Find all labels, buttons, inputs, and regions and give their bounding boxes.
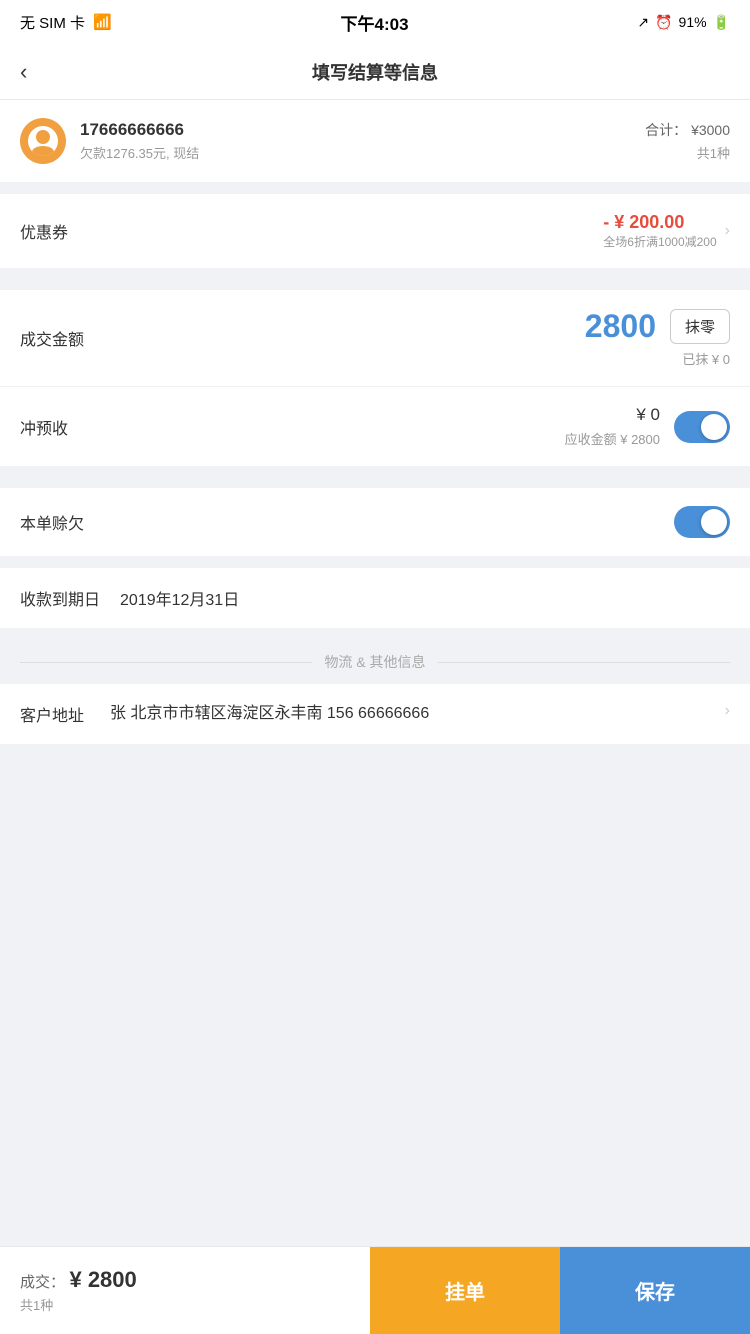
status-left: 无 SIM 卡 📶 [20, 12, 112, 33]
battery-icon: 🔋 [713, 14, 730, 31]
alarm-icon: ⏰ [655, 14, 672, 31]
toggle-thumb [701, 414, 727, 440]
customer-sub-text: 欠款1276.35元, 现结 [80, 143, 199, 162]
address-chevron-icon: › [725, 702, 730, 720]
deal-amount-label: 成交金额 [20, 326, 84, 350]
section-divider-1 [0, 280, 750, 290]
prepay-row: 冲预收 ¥ 0 应收金额 ¥ 2800 [0, 387, 750, 466]
status-right: ↗ ⏰ 91% 🔋 [637, 14, 730, 31]
coupon-row[interactable]: 优惠券 - ¥ 200.00 全场6折满1000减200 › [0, 194, 750, 268]
total-count: 共1种 [645, 143, 730, 162]
back-button[interactable]: ‹ [20, 59, 27, 85]
avatar [20, 118, 66, 164]
address-value: 张 北京市市辖区海淀区永丰南 156 66666666 [110, 702, 725, 726]
carrier-text: 无 SIM 卡 [20, 12, 85, 33]
bottom-count: 共1种 [20, 1295, 350, 1314]
customer-info: 17666666666 欠款1276.35元, 现结 [80, 120, 199, 162]
coupon-right: - ¥ 200.00 全场6折满1000减200 › [603, 212, 730, 250]
deal-amount-value: 2800 [585, 308, 656, 345]
bottom-space [0, 744, 750, 864]
location-icon: ↗ [637, 14, 649, 31]
bottom-total-label: 成交： [20, 1274, 65, 1291]
credit-toggle[interactable] [674, 506, 730, 538]
page-title: 填写结算等信息 [312, 59, 438, 85]
address-row[interactable]: 客户地址 张 北京市市辖区海淀区永丰南 156 66666666 › [0, 684, 750, 744]
avatar-inner [28, 126, 58, 156]
prepay-amount-area: ¥ 0 应收金额 ¥ 2800 [565, 405, 660, 448]
total-value: ¥3000 [691, 122, 730, 138]
avatar-head [36, 130, 50, 144]
deal-amount-value-area: 2800 抹零 [585, 308, 730, 345]
credit-toggle-thumb [701, 509, 727, 535]
prepay-sub: 应收金额 ¥ 2800 [565, 429, 660, 448]
credit-section: 本单赊欠 [0, 488, 750, 556]
bottom-total-row: 成交： ¥ 2800 [20, 1267, 350, 1293]
coupon-discount: - ¥ 200.00 [603, 212, 716, 233]
credit-label: 本单赊欠 [20, 510, 84, 534]
section-divider-2 [0, 478, 750, 488]
divider-line-right [438, 662, 730, 663]
logistics-text: 物流 & 其他信息 [324, 652, 425, 672]
prepay-right: ¥ 0 应收金额 ¥ 2800 [565, 405, 730, 448]
logistics-divider: 物流 & 其他信息 [0, 640, 750, 684]
address-label: 客户地址 [20, 702, 100, 726]
customer-card: 17666666666 欠款1276.35元, 现结 合计： ¥3000 共1种 [0, 100, 750, 182]
chevron-right-icon: › [725, 222, 730, 240]
prepay-amount: ¥ 0 [565, 405, 660, 425]
bottom-summary: 成交： ¥ 2800 共1种 [0, 1267, 370, 1314]
coupon-desc: 全场6折满1000减200 [603, 233, 716, 250]
customer-total: 合计： ¥3000 共1种 [645, 120, 730, 162]
deal-amount-section: 成交金额 2800 抹零 已抹 ¥ 0 冲预收 ¥ 0 应收金额 ¥ 2800 [0, 290, 750, 466]
deal-amount-row: 成交金额 2800 抹零 已抹 ¥ 0 [0, 290, 750, 387]
coupon-label: 优惠券 [20, 219, 68, 243]
status-time: 下午4:03 [341, 10, 409, 35]
due-date-row: 收款到期日 2019年12月31日 [0, 568, 750, 628]
wifi-icon: 📶 [93, 13, 112, 31]
avatar-body [32, 146, 54, 156]
divider-line-left [20, 662, 312, 663]
customer-left: 17666666666 欠款1276.35元, 现结 [20, 118, 199, 164]
save-button[interactable]: 保存 [560, 1247, 750, 1334]
prepay-label: 冲预收 [20, 415, 68, 439]
bottom-total-value: ¥ 2800 [69, 1267, 136, 1292]
battery-text: 91% [679, 14, 707, 30]
total-label: 合计： ¥3000 [645, 120, 730, 140]
prepay-toggle[interactable] [674, 411, 730, 443]
nav-bar: ‹ 填写结算等信息 [0, 44, 750, 100]
content: 17666666666 欠款1276.35元, 现结 合计： ¥3000 共1种… [0, 100, 750, 954]
due-date-label: 收款到期日 [20, 586, 100, 610]
customer-phone: 17666666666 [80, 120, 199, 140]
status-bar: 无 SIM 卡 📶 下午4:03 ↗ ⏰ 91% 🔋 [0, 0, 750, 44]
round-zero-button[interactable]: 抹零 [670, 309, 730, 344]
credit-row: 本单赊欠 [0, 488, 750, 556]
due-date-value: 2019年12月31日 [120, 586, 239, 610]
deal-amount-right: 2800 抹零 已抹 ¥ 0 [585, 308, 730, 368]
bottom-bar: 成交： ¥ 2800 共1种 挂单 保存 [0, 1246, 750, 1334]
amount-note: 已抹 ¥ 0 [585, 349, 730, 368]
pending-button[interactable]: 挂单 [370, 1247, 560, 1334]
